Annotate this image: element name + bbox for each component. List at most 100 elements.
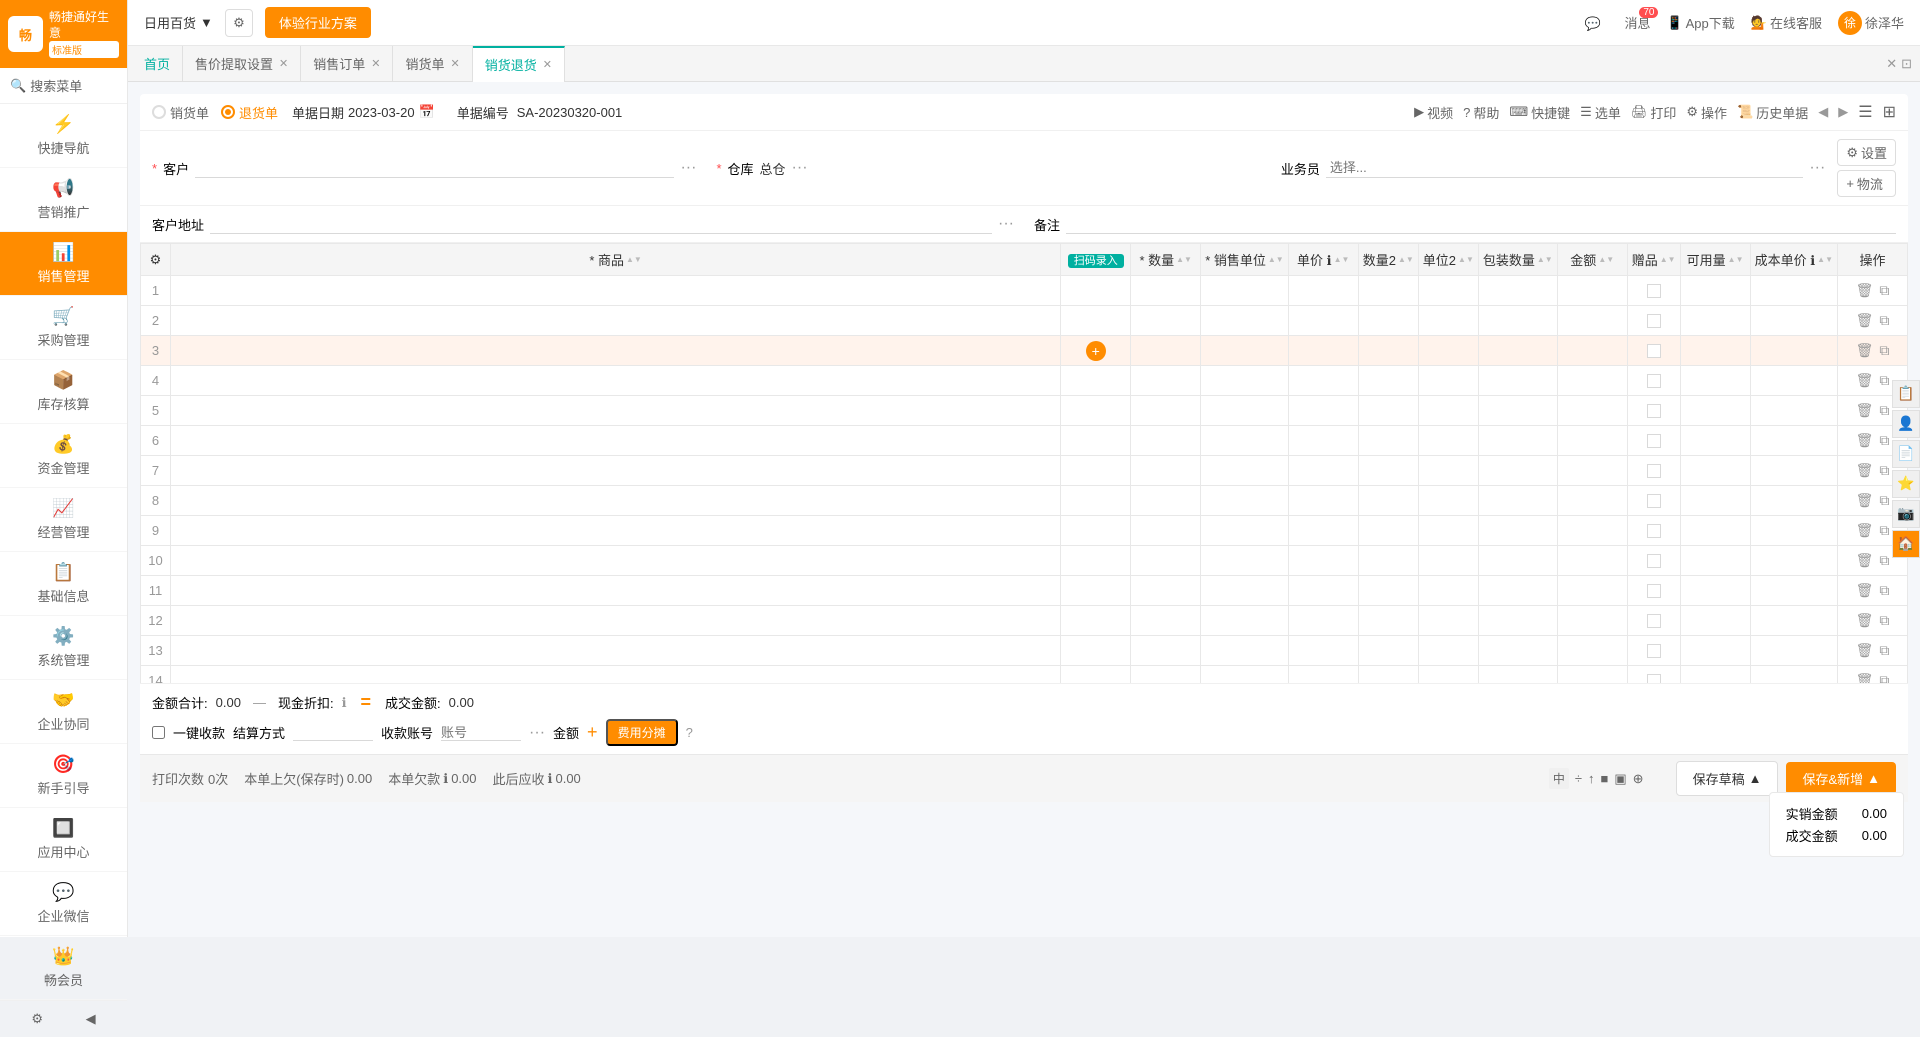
nav-prev-btn[interactable]: ◀: [1818, 104, 1828, 120]
row-copy-btn[interactable]: ⧉: [1879, 462, 1889, 479]
gift-checkbox[interactable]: [1647, 674, 1661, 684]
col-qty2-sort[interactable]: 数量2 ▲▼: [1363, 250, 1414, 269]
toolbar-operation[interactable]: ⚙ 操作: [1686, 103, 1727, 122]
col-available-sort[interactable]: 可用量 ▲▼: [1687, 250, 1744, 269]
col-cost-unit-sort[interactable]: 成本单价 ℹ ▲▼: [1755, 250, 1833, 269]
sidebar-collapse-icon[interactable]: ◀: [86, 1011, 96, 1027]
tab-sale-return[interactable]: 销货退货 ✕: [473, 46, 565, 82]
sidebar-item-inventory[interactable]: 📦 库存核算: [0, 360, 127, 424]
save-new-button[interactable]: 保存&新增 ▲: [1786, 762, 1896, 795]
user-profile[interactable]: 徐 徐泽华: [1838, 11, 1904, 35]
sidebar-item-finance[interactable]: 💰 资金管理: [0, 424, 127, 488]
col-gear[interactable]: ⚙: [141, 244, 171, 276]
right-float-star[interactable]: ⭐: [1892, 470, 1920, 498]
daily-select[interactable]: 日用百货 ▼: [144, 13, 213, 32]
right-float-clipboard[interactable]: 📋: [1892, 380, 1920, 408]
message-badge[interactable]: 💬 70 消息: [1585, 13, 1651, 32]
gift-checkbox[interactable]: [1647, 404, 1661, 418]
radio-return[interactable]: 退货单: [221, 103, 278, 122]
row-copy-btn[interactable]: ⧉: [1879, 432, 1889, 449]
sidebar-search[interactable]: 🔍 搜索菜单: [0, 68, 127, 104]
tab-sale-out[interactable]: 销货单 ✕: [393, 46, 472, 82]
gift-checkbox[interactable]: [1647, 584, 1661, 598]
warehouse-select-btn[interactable]: ···: [792, 159, 808, 177]
view-list-btn[interactable]: ☰: [1858, 102, 1872, 122]
calendar-icon[interactable]: 📅: [419, 104, 435, 120]
row-copy-btn[interactable]: ⧉: [1879, 282, 1889, 299]
gift-checkbox[interactable]: [1647, 434, 1661, 448]
row-delete-btn[interactable]: 🗑: [1856, 462, 1874, 479]
remarks-input[interactable]: [1066, 214, 1896, 234]
row-delete-btn[interactable]: 🗑: [1856, 492, 1874, 509]
right-float-user[interactable]: 👤: [1892, 410, 1920, 438]
toolbar-select[interactable]: ☰ 选单: [1580, 103, 1621, 122]
row-delete-btn[interactable]: 🗑: [1856, 342, 1874, 359]
sidebar-item-appstore[interactable]: 🔲 应用中心: [0, 808, 127, 872]
gift-checkbox[interactable]: [1647, 374, 1661, 388]
row-copy-btn[interactable]: ⧉: [1879, 642, 1889, 659]
account-method-input[interactable]: [293, 725, 373, 741]
taskbar-icon-3[interactable]: ↑: [1588, 771, 1595, 786]
salesperson-select-btn[interactable]: ···: [1809, 159, 1825, 177]
app-download[interactable]: 📱 App下载: [1666, 13, 1734, 32]
salesperson-input[interactable]: [1326, 158, 1803, 178]
col-unit2-sort[interactable]: 单位2 ▲▼: [1423, 250, 1474, 269]
add-row-btn[interactable]: +: [1086, 341, 1106, 361]
logistics-side-btn[interactable]: + 物流: [1837, 170, 1896, 197]
row-delete-btn[interactable]: 🗑: [1856, 612, 1874, 629]
toolbar-shortcut[interactable]: ⌨ 快捷键: [1509, 103, 1570, 122]
tab-sale-price-close[interactable]: ✕: [279, 57, 288, 70]
col-sale-unit-sort[interactable]: * 销售单位 ▲▼: [1205, 250, 1284, 269]
right-float-document[interactable]: 📄: [1892, 440, 1920, 468]
row-delete-btn[interactable]: 🗑: [1856, 642, 1874, 659]
sidebar-item-system[interactable]: ⚙️ 系统管理: [0, 616, 127, 680]
tab-sale-return-close[interactable]: ✕: [543, 58, 552, 71]
sidebar-item-basic[interactable]: 📋 基础信息: [0, 552, 127, 616]
online-service[interactable]: 💁 在线客服: [1751, 13, 1822, 32]
scan-btn[interactable]: 扫码录入: [1068, 254, 1124, 268]
row-delete-btn[interactable]: 🗑: [1856, 522, 1874, 539]
row-delete-btn[interactable]: 🗑: [1856, 582, 1874, 599]
row-delete-btn[interactable]: 🗑: [1856, 312, 1874, 329]
col-scan[interactable]: 扫码录入: [1061, 244, 1131, 276]
taskbar-icon-4[interactable]: ■: [1601, 771, 1609, 786]
row-delete-btn[interactable]: 🗑: [1856, 432, 1874, 449]
sidebar-item-marketing[interactable]: 📢 营销推广: [0, 168, 127, 232]
gift-checkbox[interactable]: [1647, 524, 1661, 538]
toolbar-help[interactable]: ? 帮助: [1463, 103, 1499, 122]
col-product-sort[interactable]: * 商品 ▲▼: [589, 250, 642, 269]
col-pack-qty-sort[interactable]: 包装数量 ▲▼: [1483, 250, 1553, 269]
gift-checkbox[interactable]: [1647, 644, 1661, 658]
gift-checkbox[interactable]: [1647, 554, 1661, 568]
experience-button[interactable]: 体验行业方案: [265, 7, 371, 38]
taskbar-icon-2[interactable]: ÷: [1575, 771, 1582, 786]
row-copy-btn[interactable]: ⧉: [1879, 342, 1889, 359]
row-copy-btn[interactable]: ⧉: [1879, 522, 1889, 539]
product-input[interactable]: [171, 339, 1060, 362]
nav-next-btn[interactable]: ▶: [1838, 104, 1848, 120]
gift-checkbox[interactable]: [1647, 464, 1661, 478]
taskbar-icon-1[interactable]: 中: [1549, 768, 1569, 789]
toolbar-history[interactable]: 📜 历史单据: [1737, 103, 1808, 122]
gift-checkbox[interactable]: [1647, 494, 1661, 508]
taskbar-icon-5[interactable]: ▣: [1614, 771, 1626, 787]
col-gift-sort[interactable]: 赠品 ▲▼: [1632, 250, 1676, 269]
tab-sale-order-close[interactable]: ✕: [371, 57, 380, 70]
account-num-input[interactable]: [441, 725, 521, 741]
sidebar-item-wechat[interactable]: 💬 企业微信: [0, 872, 127, 936]
fee-split-btn[interactable]: 费用分摊: [606, 719, 678, 746]
add-amount-btn[interactable]: +: [587, 722, 598, 743]
row-copy-btn[interactable]: ⧉: [1879, 312, 1889, 329]
customer-addr-select-btn[interactable]: ···: [998, 215, 1014, 233]
customer-select-btn[interactable]: ···: [680, 159, 696, 177]
customer-addr-input[interactable]: [210, 214, 992, 234]
row-copy-btn[interactable]: ⧉: [1879, 372, 1889, 389]
sidebar-item-newbie[interactable]: 🎯 新手引导: [0, 744, 127, 808]
tab-sale-price[interactable]: 售价提取设置 ✕: [183, 46, 301, 82]
sidebar-item-operations[interactable]: 📈 经营管理: [0, 488, 127, 552]
sidebar-item-enterprise[interactable]: 🤝 企业协同: [0, 680, 127, 744]
row-copy-btn[interactable]: ⧉: [1879, 582, 1889, 599]
col-unit-price-sort[interactable]: 单价 ℹ ▲▼: [1297, 250, 1349, 269]
view-grid-btn[interactable]: ⊞: [1883, 102, 1896, 122]
sidebar-item-member[interactable]: 👑 畅会员: [0, 936, 127, 1000]
